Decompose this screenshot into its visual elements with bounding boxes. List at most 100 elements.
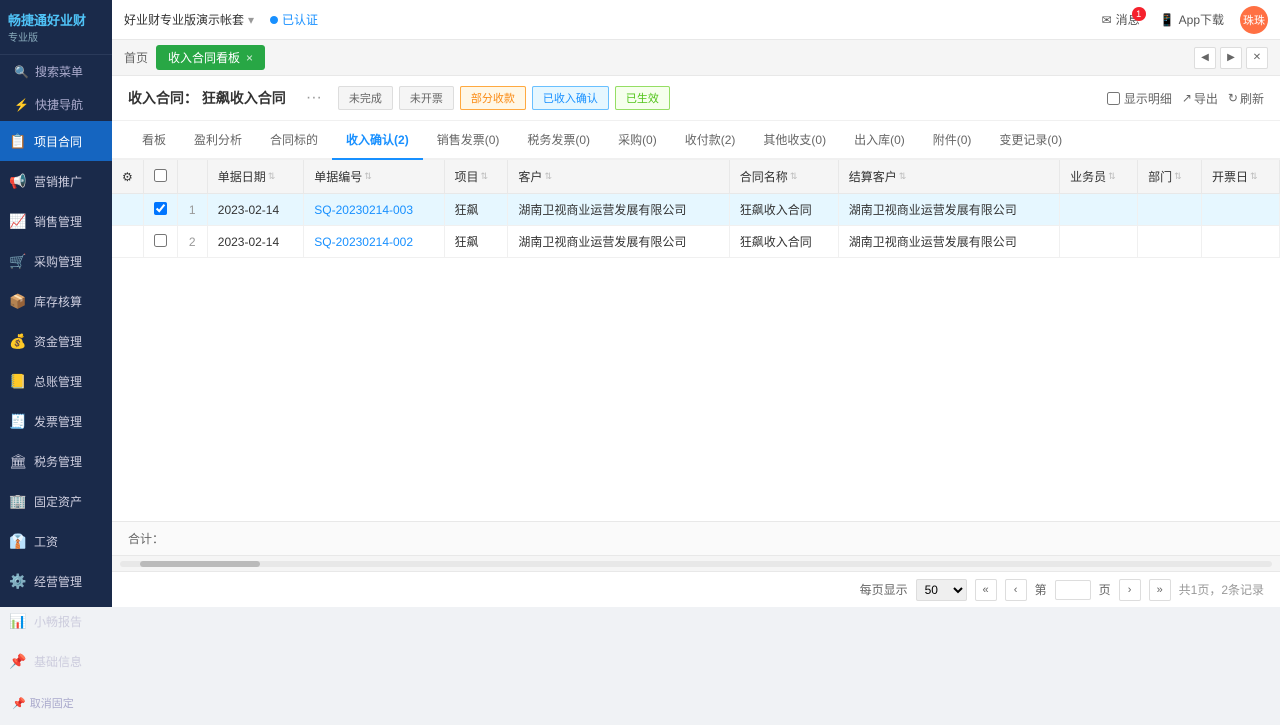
sidebar-label-inventory: 库存核算 <box>34 293 82 310</box>
sidebar-icon-purchase: 🛒 <box>8 251 28 271</box>
page-prev-button[interactable]: ‹ <box>1005 579 1027 601</box>
cell-cb-0[interactable] <box>143 194 177 226</box>
th-end-customer[interactable]: 结算客户⇅ <box>838 160 1059 194</box>
company-name: 好业财专业版演示帐套 <box>124 11 244 28</box>
home-tab[interactable]: 首页 <box>124 49 148 66</box>
contract-header: 收入合同： 狂飙收入合同 ··· 未完成 未开票 部分收款 已收入确认 已生效 … <box>112 76 1280 121</box>
sidebar-icon-general: 📒 <box>8 371 28 391</box>
sidebar-icon-project: 📋 <box>8 131 28 151</box>
income-contract-tab[interactable]: 收入合同看板 × <box>156 45 265 70</box>
page-label-before: 第 <box>1035 581 1047 598</box>
cell-department-1 <box>1138 226 1202 258</box>
subtab-profit[interactable]: 盈利分析 <box>180 121 256 160</box>
per-page-label: 每页显示 <box>860 581 908 598</box>
sidebar-item-hr[interactable]: 👔工资 <box>0 521 112 561</box>
th-department[interactable]: 部门⇅ <box>1138 160 1202 194</box>
subtab-dashboard[interactable]: 看板 <box>128 121 180 160</box>
cell-number-1[interactable]: SQ-20230214-002 <box>304 226 444 258</box>
cell-open-date-0 <box>1201 194 1279 226</box>
th-contract-name[interactable]: 合同名称⇅ <box>729 160 838 194</box>
page-first-button[interactable]: « <box>975 579 997 601</box>
sidebar-item-basic[interactable]: 📌基础信息 <box>0 641 112 681</box>
subtab-sales-invoice[interactable]: 销售发票(0) <box>423 121 514 160</box>
export-button[interactable]: ↗ 导出 <box>1180 90 1218 107</box>
page-last-button[interactable]: » <box>1149 579 1171 601</box>
status-partial-received[interactable]: 部分收款 <box>460 86 526 110</box>
table-row[interactable]: 1 2023-02-14 SQ-20230214-003 狂飙 湖南卫视商业运营… <box>112 194 1280 226</box>
scroll-thumb[interactable] <box>140 561 260 567</box>
subtab-tax-invoice[interactable]: 税务发票(0) <box>513 121 604 160</box>
doc-number-link-1[interactable]: SQ-20230214-002 <box>314 235 413 249</box>
sidebar-item-invoice[interactable]: 🧾发票管理 <box>0 401 112 441</box>
sort-salesman-icon: ⇅ <box>1108 171 1116 182</box>
row-checkbox-0[interactable] <box>154 202 167 215</box>
sidebar-search-menu[interactable]: 🔍 搜索菜单 <box>0 55 112 88</box>
company-dropdown-icon[interactable]: ▾ <box>248 13 254 27</box>
sidebar-item-report[interactable]: 📊小畅报告 <box>0 601 112 641</box>
sidebar-quick-nav[interactable]: ⚡ 快捷导航 <box>0 88 112 121</box>
subtab-warehouse[interactable]: 出入库(0) <box>840 121 919 160</box>
subtab-label-warehouse: 出入库(0) <box>854 133 905 147</box>
subtab-label-sales-invoice: 销售发票(0) <box>437 133 500 147</box>
sidebar-item-general[interactable]: 📒总账管理 <box>0 361 112 401</box>
subtab-payment[interactable]: 收付款(2) <box>671 121 750 160</box>
cell-gear-1 <box>112 226 143 258</box>
subtab-contract-std[interactable]: 合同标的 <box>256 121 332 160</box>
cell-cb-1[interactable] <box>143 226 177 258</box>
app-download-button[interactable]: 📱 App下载 <box>1156 11 1224 28</box>
th-salesman[interactable]: 业务员⇅ <box>1060 160 1138 194</box>
th-project[interactable]: 项目⇅ <box>444 160 508 194</box>
cell-number-0[interactable]: SQ-20230214-003 <box>304 194 444 226</box>
horizontal-scrollbar[interactable] <box>112 555 1280 571</box>
sidebar-item-sales[interactable]: 📈销售管理 <box>0 201 112 241</box>
page-number-input[interactable]: 1 <box>1055 580 1091 600</box>
sidebar-item-assets[interactable]: 🏢固定资产 <box>0 481 112 521</box>
sidebar-item-marketing[interactable]: 📢营销推广 <box>0 161 112 201</box>
subtab-other-income[interactable]: 其他收支(0) <box>749 121 840 160</box>
doc-number-link-0[interactable]: SQ-20230214-003 <box>314 203 413 217</box>
select-all-checkbox[interactable] <box>154 169 167 182</box>
table-row[interactable]: 2 2023-02-14 SQ-20230214-002 狂飙 湖南卫视商业运营… <box>112 226 1280 258</box>
tab-next-button[interactable]: ▶ <box>1220 47 1242 69</box>
subtab-change-log[interactable]: 变更记录(0) <box>985 121 1076 160</box>
status-effective-label: 已生效 <box>626 93 659 105</box>
sidebar-item-purchase[interactable]: 🛒采购管理 <box>0 241 112 281</box>
per-page-select[interactable]: 50 100 <box>916 579 967 601</box>
tab-prev-button[interactable]: ◀ <box>1194 47 1216 69</box>
tabbar: 首页 收入合同看板 × ◀ ▶ ✕ <box>112 40 1280 76</box>
status-confirmed[interactable]: 已收入确认 <box>532 86 609 110</box>
th-open-date[interactable]: 开票日⇅ <box>1201 160 1279 194</box>
contract-more-button[interactable]: ··· <box>306 89 322 107</box>
sidebar-cancel-fixed[interactable]: 📌 取消固定 <box>8 689 104 717</box>
subtab-attachments[interactable]: 附件(0) <box>919 121 986 160</box>
tab-close-all-button[interactable]: ✕ <box>1246 47 1268 69</box>
tab-close-button[interactable]: × <box>246 51 253 65</box>
sidebar-label-project: 项目合同 <box>34 133 82 150</box>
sidebar-item-inventory[interactable]: 📦库存核算 <box>0 281 112 321</box>
sidebar-label-capital: 资金管理 <box>34 333 82 350</box>
status-effective[interactable]: 已生效 <box>615 86 670 110</box>
sidebar-item-ops[interactable]: ⚙️经营管理 <box>0 561 112 601</box>
user-avatar[interactable]: 珠珠 <box>1240 6 1268 34</box>
subtab-income-confirm[interactable]: 收入确认(2) <box>332 121 423 160</box>
subtab-purchase[interactable]: 采购(0) <box>604 121 671 160</box>
th-number[interactable]: 单据编号⇅ <box>304 160 444 194</box>
table-area[interactable]: ⚙ 单据日期⇅ 单据编号⇅ 项目⇅ 客户⇅ 合同名称⇅ 结算客户⇅ 业务员⇅ 部… <box>112 160 1280 521</box>
sidebar-item-capital[interactable]: 💰资金管理 <box>0 321 112 361</box>
sidebar-item-project[interactable]: 📋 项目合同 <box>0 121 112 161</box>
sidebar-icon-sales: 📈 <box>8 211 28 231</box>
page-next-button[interactable]: › <box>1119 579 1141 601</box>
app-download-label: App下载 <box>1179 11 1224 28</box>
sidebar-item-tax[interactable]: 🏛税务管理 <box>0 441 112 481</box>
sidebar-icon-report: 📊 <box>8 611 28 631</box>
status-not-invoiced[interactable]: 未开票 <box>399 86 454 110</box>
show-detail-checkbox[interactable] <box>1107 92 1120 105</box>
th-date[interactable]: 单据日期⇅ <box>207 160 304 194</box>
refresh-button[interactable]: ↻ 刷新 <box>1226 90 1264 107</box>
message-button[interactable]: ✉ 1 消息 <box>1098 11 1140 28</box>
th-gear[interactable]: ⚙ <box>112 160 143 194</box>
row-checkbox-1[interactable] <box>154 234 167 247</box>
status-incomplete[interactable]: 未完成 <box>338 86 393 110</box>
th-customer[interactable]: 客户⇅ <box>508 160 729 194</box>
tab-nav-buttons: ◀ ▶ ✕ <box>1194 47 1268 69</box>
